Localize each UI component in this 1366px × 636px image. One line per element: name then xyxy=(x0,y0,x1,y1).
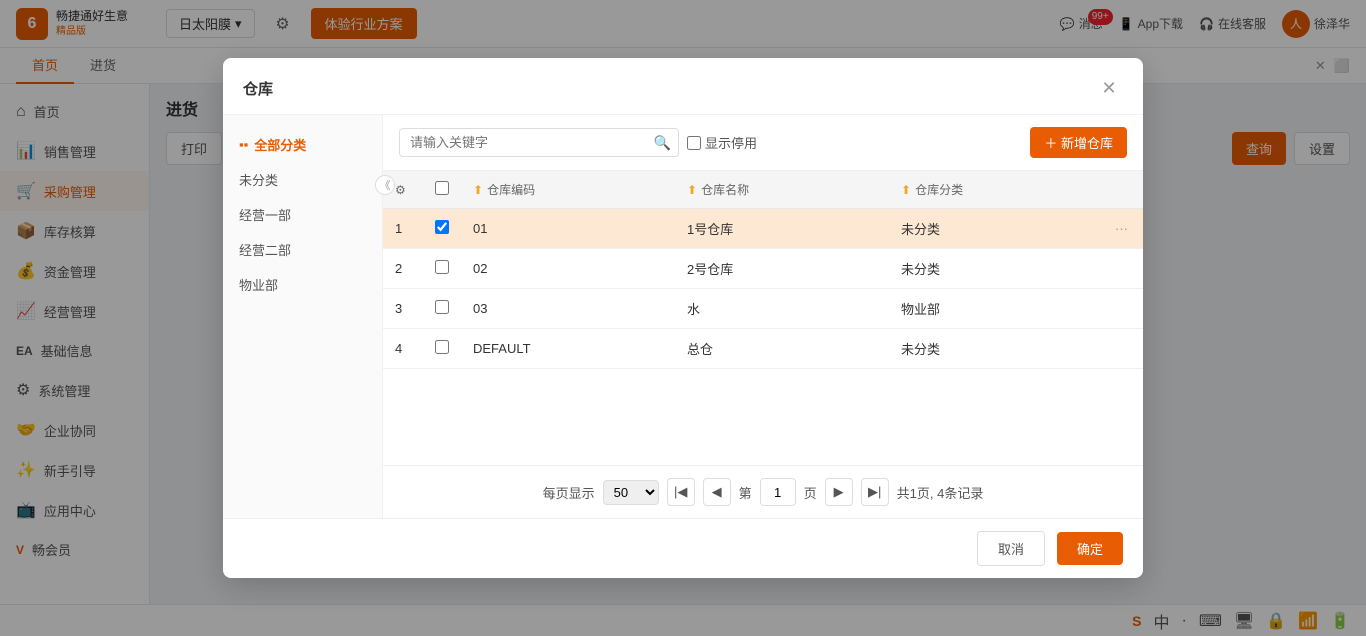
modal-toolbar: 🔍 显示停用 ＋ 新增仓库 xyxy=(383,115,1143,171)
gear-icon: ⚙ xyxy=(395,183,406,197)
row-checkbox-cell[interactable] xyxy=(423,329,461,369)
modal-footer: 取消 确定 xyxy=(223,518,1143,578)
row-num: 3 xyxy=(383,289,423,329)
row-checkbox[interactable] xyxy=(435,340,449,354)
row-name: 2号仓库 xyxy=(675,249,889,289)
modal-category-sidebar: ▪▪ 全部分类 未分类 经营一部 经营二部 物业部 《 xyxy=(223,115,383,518)
prev-page-button[interactable]: ◀ xyxy=(703,478,731,506)
modal-category-ops2[interactable]: 经营二部 xyxy=(223,232,382,267)
row-code: 03 xyxy=(461,289,675,329)
row-num: 4 xyxy=(383,329,423,369)
modal-title: 仓库 xyxy=(243,78,273,99)
modal-overlay: 仓库 ✕ ▪▪ 全部分类 未分类 经营一部 经营二部 物业部 《 xyxy=(0,0,1366,636)
row-code: 02 xyxy=(461,249,675,289)
row-actions xyxy=(1103,329,1143,369)
grid-icon: ▪▪ xyxy=(239,137,248,152)
col-warehouse-code[interactable]: ⬆ 仓库编码 xyxy=(461,171,675,209)
modal-table-wrap: ⚙ ⬆ 仓库编码 xyxy=(383,171,1143,465)
show-disabled-label[interactable]: 显示停用 xyxy=(687,133,757,152)
table-row[interactable]: 3 03 水 物业部 xyxy=(383,289,1143,329)
sidebar-collapse-button[interactable]: 《 xyxy=(375,175,395,195)
modal-pagination: 每页显示 50 100 |◀ ◀ 第 页 ▶ ▶| 共1页, 4条记录 xyxy=(383,465,1143,518)
modal-sidebar-header[interactable]: ▪▪ 全部分类 xyxy=(223,127,382,162)
row-checkbox-cell[interactable] xyxy=(423,249,461,289)
row-actions xyxy=(1103,249,1143,289)
row-name: 总仓 xyxy=(675,329,889,369)
search-input[interactable] xyxy=(399,128,679,157)
col-checkbox xyxy=(423,171,461,209)
modal-close-button[interactable]: ✕ xyxy=(1095,74,1123,102)
row-checkbox[interactable] xyxy=(435,260,449,274)
row-actions: ··· xyxy=(1103,209,1143,249)
row-category: 物业部 xyxy=(889,289,1103,329)
page-suffix: 页 xyxy=(804,483,817,502)
table-row[interactable]: 2 02 2号仓库 未分类 xyxy=(383,249,1143,289)
next-page-button[interactable]: ▶ xyxy=(825,478,853,506)
row-num: 2 xyxy=(383,249,423,289)
show-disabled-checkbox[interactable] xyxy=(687,136,701,150)
row-actions xyxy=(1103,289,1143,329)
table-row[interactable]: 1 01 1号仓库 未分类 ··· xyxy=(383,209,1143,249)
search-input-wrap: 🔍 xyxy=(399,128,679,157)
modal-category-ops1[interactable]: 经营一部 xyxy=(223,197,382,232)
warehouse-modal: 仓库 ✕ ▪▪ 全部分类 未分类 经营一部 经营二部 物业部 《 xyxy=(223,58,1143,578)
row-name: 水 xyxy=(675,289,889,329)
row-checkbox-cell[interactable] xyxy=(423,289,461,329)
row-checkbox[interactable] xyxy=(435,220,449,234)
total-info: 共1页, 4条记录 xyxy=(897,483,984,502)
sort-icon2: ⬆ xyxy=(687,183,697,197)
first-page-button[interactable]: |◀ xyxy=(667,478,695,506)
modal-main-content: 🔍 显示停用 ＋ 新增仓库 ⚙ xyxy=(383,115,1143,518)
row-category: 未分类 xyxy=(889,209,1103,249)
per-page-select[interactable]: 50 100 xyxy=(603,480,659,505)
row-category: 未分类 xyxy=(889,249,1103,289)
row-num: 1 xyxy=(383,209,423,249)
add-warehouse-button[interactable]: ＋ 新增仓库 xyxy=(1030,127,1127,158)
sort-icon3: ⬆ xyxy=(901,183,911,197)
col-warehouse-category[interactable]: ⬆ 仓库分类 xyxy=(889,171,1103,209)
modal-header: 仓库 ✕ xyxy=(223,58,1143,115)
row-code: 01 xyxy=(461,209,675,249)
per-page-label: 每页显示 xyxy=(543,483,595,502)
row-name: 1号仓库 xyxy=(675,209,889,249)
cancel-button[interactable]: 取消 xyxy=(977,531,1045,566)
row-checkbox-cell[interactable] xyxy=(423,209,461,249)
page-label: 第 xyxy=(739,483,752,502)
row-category: 未分类 xyxy=(889,329,1103,369)
page-input[interactable] xyxy=(760,478,796,506)
col-warehouse-name[interactable]: ⬆ 仓库名称 xyxy=(675,171,889,209)
modal-category-unclassified[interactable]: 未分类 xyxy=(223,162,382,197)
modal-body: ▪▪ 全部分类 未分类 经营一部 经营二部 物业部 《 🔍 xyxy=(223,115,1143,518)
modal-category-property[interactable]: 物业部 xyxy=(223,267,382,302)
row-checkbox[interactable] xyxy=(435,300,449,314)
search-icon[interactable]: 🔍 xyxy=(654,134,671,151)
last-page-button[interactable]: ▶| xyxy=(861,478,889,506)
confirm-button[interactable]: 确定 xyxy=(1057,532,1123,565)
warehouse-table: ⚙ ⬆ 仓库编码 xyxy=(383,171,1143,369)
col-actions xyxy=(1103,171,1143,209)
table-row[interactable]: 4 DEFAULT 总仓 未分类 xyxy=(383,329,1143,369)
select-all-checkbox[interactable] xyxy=(435,181,449,195)
sort-icon: ⬆ xyxy=(473,183,483,197)
row-code: DEFAULT xyxy=(461,329,675,369)
